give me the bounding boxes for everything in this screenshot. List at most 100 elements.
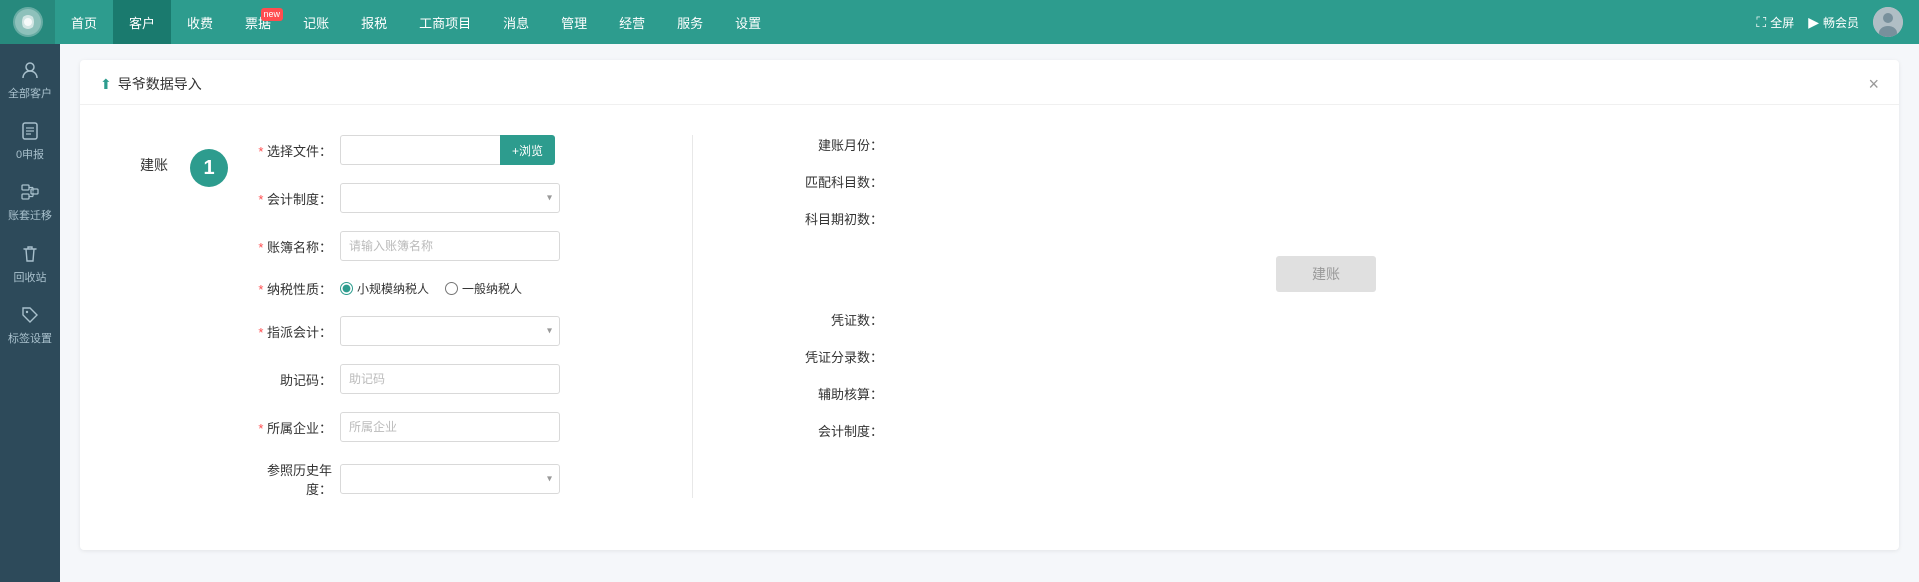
ledger-name-label: 账簿名称： bbox=[252, 237, 332, 256]
match-subject-row: 匹配科目数： bbox=[793, 172, 1859, 191]
aux-accounting-label: 辅助核算： bbox=[793, 384, 883, 403]
build-account-button[interactable]: 建账 bbox=[1276, 256, 1376, 292]
nav-operation[interactable]: 经营 bbox=[603, 0, 661, 44]
select-file-row: 选择文件： +浏览 bbox=[252, 135, 652, 165]
accounting-system-select-wrapper: ▾ bbox=[340, 183, 560, 213]
vip-button[interactable]: ▶ 畅会员 bbox=[1808, 14, 1859, 31]
nav-tax[interactable]: 报税 bbox=[345, 0, 403, 44]
subject-init-label: 科目期初数： bbox=[793, 209, 883, 228]
sidebar: 全部客户 0申报 账套迁移 bbox=[0, 44, 60, 582]
form-fields: 选择文件： +浏览 会计制度： bbox=[252, 135, 652, 498]
vertical-divider bbox=[692, 135, 693, 498]
nav-fee[interactable]: 收费 bbox=[171, 0, 229, 44]
user-icon bbox=[20, 60, 40, 85]
right-fields-2: 凭证数： 凭证分录数： 辅助核算： 会计制度： bbox=[793, 310, 1859, 440]
logo-icon bbox=[13, 7, 43, 37]
tax-small-radio[interactable] bbox=[340, 282, 353, 295]
accounting-system-label: 会计制度： bbox=[252, 189, 332, 208]
tax-type-row: 纳税性质： 小规模纳税人 一般纳税人 bbox=[252, 279, 652, 298]
browse-button[interactable]: +浏览 bbox=[500, 135, 555, 165]
fullscreen-icon: ⛶ bbox=[1756, 14, 1766, 31]
select-file-label: 选择文件： bbox=[252, 141, 332, 160]
build-btn-area: 建账 bbox=[793, 246, 1859, 292]
voucher-row: 凭证数： bbox=[793, 310, 1859, 329]
tag-icon bbox=[20, 305, 40, 330]
build-month-label: 建账月份： bbox=[793, 135, 883, 154]
aux-accounting-row: 辅助核算： bbox=[793, 384, 1859, 403]
tax-small-label: 小规模纳税人 bbox=[357, 280, 429, 297]
tax-general-radio-item[interactable]: 一般纳税人 bbox=[445, 280, 522, 297]
tax-small-radio-item[interactable]: 小规模纳税人 bbox=[340, 280, 429, 297]
history-year-select-wrapper: ▾ bbox=[340, 464, 560, 494]
build-month-row: 建账月份： bbox=[793, 135, 1859, 154]
history-year-row: 参照历史年度： ▾ bbox=[252, 460, 652, 498]
voucher-entries-row: 凭证分录数： bbox=[793, 347, 1859, 366]
fullscreen-button[interactable]: ⛶ 全屏 bbox=[1756, 14, 1794, 31]
nav-invoice[interactable]: 票据 new bbox=[229, 0, 287, 44]
voucher-entries-label: 凭证分录数： bbox=[793, 347, 883, 366]
memo-code-label: 助记码： bbox=[252, 370, 332, 389]
sidebar-item-recycle-bin[interactable]: 回收站 bbox=[2, 236, 58, 293]
right-accounting-system-label: 会计制度： bbox=[793, 421, 883, 440]
file-input-group: +浏览 bbox=[340, 135, 555, 165]
nav-commerce[interactable]: 工商项目 bbox=[403, 0, 487, 44]
top-navigation: 首页 客户 收费 票据 new 记账 报税 工商项目 消息 管理 经营 服务 设… bbox=[0, 0, 1919, 44]
sidebar-item-account-migrate[interactable]: 账套迁移 bbox=[2, 174, 58, 231]
history-year-select[interactable] bbox=[340, 464, 560, 494]
migrate-icon bbox=[20, 182, 40, 207]
voucher-label: 凭证数： bbox=[793, 310, 883, 329]
tax-general-radio[interactable] bbox=[445, 282, 458, 295]
sidebar-item-all-customers-label: 全部客户 bbox=[8, 88, 52, 101]
accounting-system-select[interactable] bbox=[340, 183, 560, 213]
step-circle: 1 bbox=[190, 149, 228, 187]
ledger-name-row: 账簿名称： bbox=[252, 231, 652, 261]
app-logo[interactable] bbox=[0, 0, 55, 44]
new-badge: new bbox=[261, 8, 284, 21]
tax-general-label: 一般纳税人 bbox=[462, 280, 522, 297]
trash-icon bbox=[20, 244, 40, 269]
ledger-name-input[interactable] bbox=[340, 231, 560, 261]
assign-accountant-row: 指派会计： ▾ bbox=[252, 316, 652, 346]
accountant-select-wrapper: ▾ bbox=[340, 316, 560, 346]
nav-menu: 首页 客户 收费 票据 new 记账 报税 工商项目 消息 管理 经营 服务 设… bbox=[55, 0, 1756, 44]
avatar[interactable] bbox=[1873, 7, 1903, 37]
sidebar-item-tag-settings-label: 标签设置 bbox=[8, 333, 52, 346]
nav-message[interactable]: 消息 bbox=[487, 0, 545, 44]
accountant-select[interactable] bbox=[340, 316, 560, 346]
sidebar-item-tag-settings[interactable]: 标签设置 bbox=[2, 297, 58, 354]
import-card: ⬆ 导爷数据导入 × 建账 1 选择文件： bbox=[80, 60, 1899, 550]
upload-icon: ⬆ bbox=[100, 76, 112, 93]
form-right: 建账月份： 匹配科目数： 科目期初数： 建账 bbox=[733, 135, 1859, 498]
nav-management[interactable]: 管理 bbox=[545, 0, 603, 44]
declare-icon bbox=[20, 121, 40, 146]
vip-icon: ▶ bbox=[1808, 14, 1819, 31]
close-button[interactable]: × bbox=[1868, 75, 1879, 93]
accounting-system-row: 会计制度： ▾ bbox=[252, 183, 652, 213]
match-subject-label: 匹配科目数： bbox=[793, 172, 883, 191]
nav-right-actions: ⛶ 全屏 ▶ 畅会员 bbox=[1756, 7, 1919, 37]
subject-init-row: 科目期初数： bbox=[793, 209, 1859, 228]
sidebar-item-all-customers[interactable]: 全部客户 bbox=[2, 52, 58, 109]
right-accounting-system-row: 会计制度： bbox=[793, 421, 1859, 440]
nav-home[interactable]: 首页 bbox=[55, 0, 113, 44]
company-row: 所属企业： bbox=[252, 412, 652, 442]
history-year-label: 参照历史年度： bbox=[252, 460, 332, 498]
assign-accountant-label: 指派会计： bbox=[252, 322, 332, 341]
sidebar-item-zero-declare[interactable]: 0申报 bbox=[2, 113, 58, 170]
memo-code-input[interactable] bbox=[340, 364, 560, 394]
tax-type-label: 纳税性质： bbox=[252, 279, 332, 298]
nav-bookkeeping[interactable]: 记账 bbox=[287, 0, 345, 44]
sidebar-item-account-migrate-label: 账套迁移 bbox=[8, 210, 52, 223]
right-fields: 建账月份： 匹配科目数： 科目期初数： bbox=[793, 135, 1859, 228]
sidebar-item-recycle-bin-label: 回收站 bbox=[14, 272, 47, 285]
nav-customer[interactable]: 客户 bbox=[113, 0, 171, 44]
company-label: 所属企业： bbox=[252, 418, 332, 437]
main-content: ⬆ 导爷数据导入 × 建账 1 选择文件： bbox=[60, 44, 1919, 582]
file-path-input[interactable] bbox=[340, 135, 500, 165]
card-title: ⬆ 导爷数据导入 bbox=[100, 74, 202, 94]
nav-service[interactable]: 服务 bbox=[661, 0, 719, 44]
company-input[interactable] bbox=[340, 412, 560, 442]
tax-type-radio-group: 小规模纳税人 一般纳税人 bbox=[340, 280, 522, 297]
nav-settings[interactable]: 设置 bbox=[719, 0, 777, 44]
main-layout: 全部客户 0申报 账套迁移 bbox=[0, 44, 1919, 582]
